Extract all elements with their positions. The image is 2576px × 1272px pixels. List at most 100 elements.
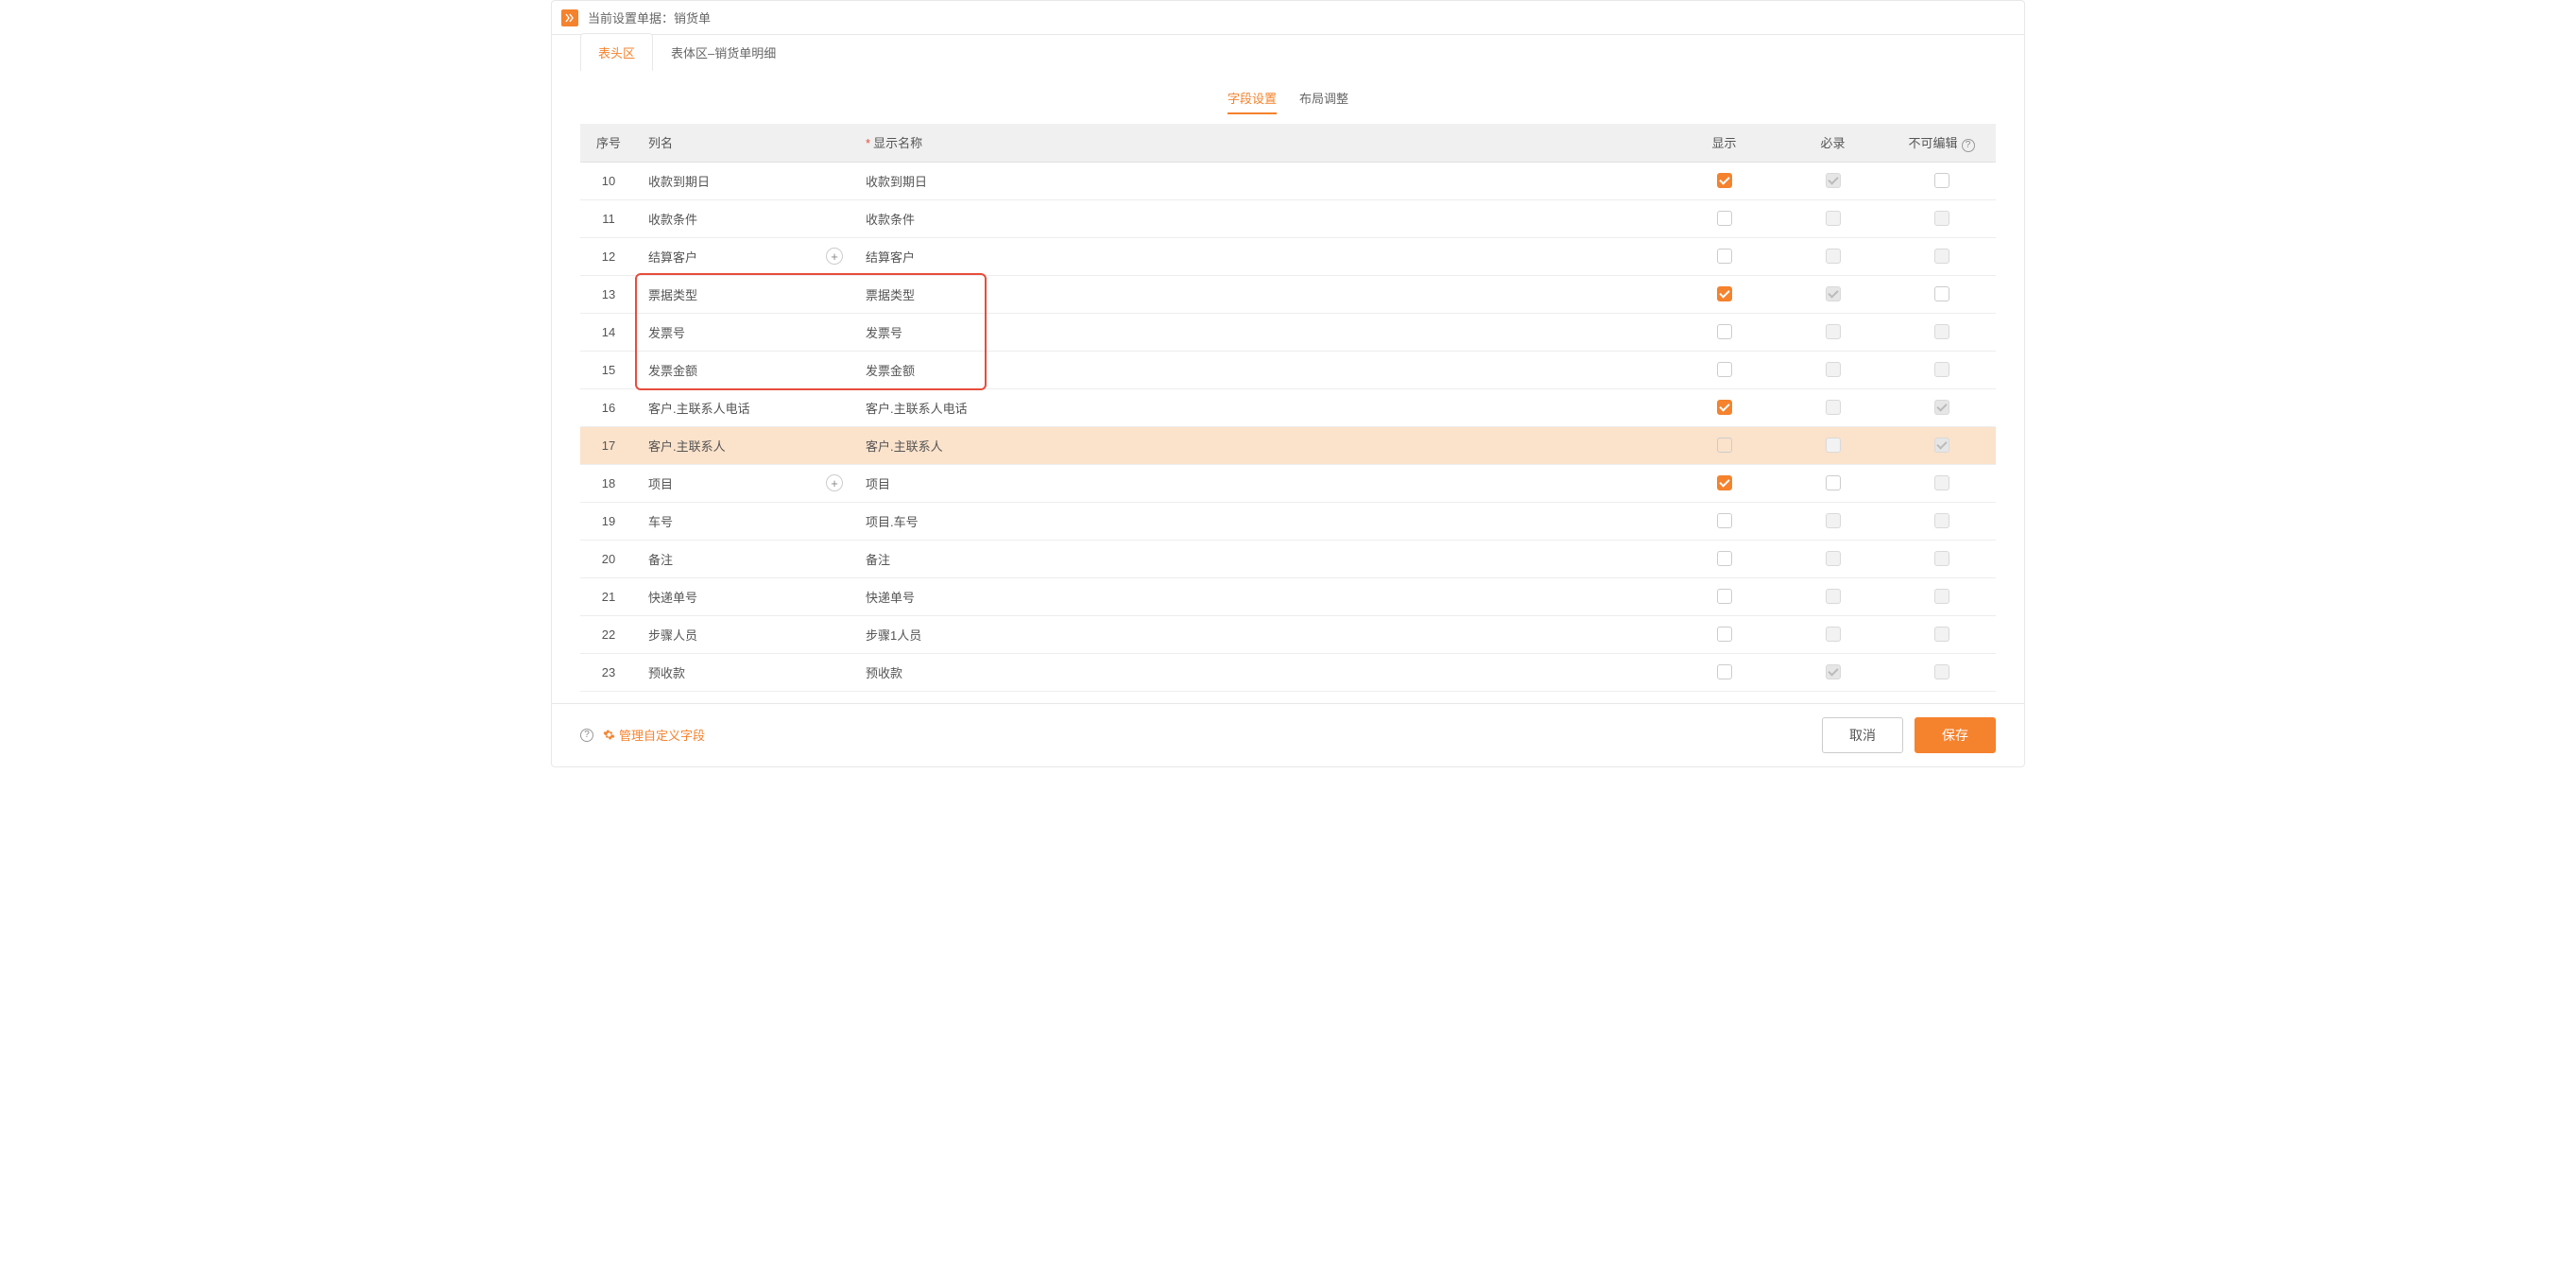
- cell-display[interactable]: 收款条件: [854, 199, 1670, 237]
- cell-required: [1778, 426, 1887, 464]
- checkbox-show[interactable]: [1717, 475, 1732, 490]
- th-noedit: 不可编辑?: [1887, 124, 1996, 162]
- cell-noedit: [1887, 351, 1996, 388]
- sub-tab-1[interactable]: 布局调整: [1299, 89, 1348, 114]
- colname-label: 票据类型: [648, 285, 697, 303]
- collapse-toggle[interactable]: [561, 9, 578, 26]
- table-row: 22步骤人员步骤1人员: [580, 615, 1996, 653]
- checkbox-show[interactable]: [1717, 551, 1732, 566]
- cell-required: [1778, 162, 1887, 199]
- colname-label: 收款条件: [648, 210, 697, 228]
- cell-noedit: [1887, 426, 1996, 464]
- cell-noedit: [1887, 388, 1996, 426]
- main-tabs: 表头区表体区–销货单明细: [552, 34, 2024, 72]
- cell-colname: 发票号: [637, 313, 854, 351]
- checkbox-required: [1826, 627, 1841, 642]
- cell-noedit: [1887, 237, 1996, 275]
- table-row: 10收款到期日收款到期日: [580, 162, 1996, 199]
- cell-display[interactable]: 项目.车号: [854, 502, 1670, 540]
- expand-button[interactable]: +: [826, 474, 843, 491]
- cell-colname: 备注: [637, 540, 854, 577]
- checkbox-show[interactable]: [1717, 249, 1732, 264]
- page-title: 当前设置单据：销货单: [588, 9, 711, 26]
- cell-show: [1670, 615, 1778, 653]
- cell-show: [1670, 388, 1778, 426]
- cell-display[interactable]: 项目: [854, 464, 1670, 502]
- th-noedit-label: 不可编辑: [1908, 136, 1957, 150]
- checkbox-noedit: [1934, 438, 1949, 453]
- cell-noedit: [1887, 577, 1996, 615]
- cell-display[interactable]: 结算客户: [854, 237, 1670, 275]
- main-tab-0[interactable]: 表头区: [580, 33, 653, 71]
- cell-display[interactable]: 客户.主联系人: [854, 426, 1670, 464]
- colname-label: 发票金额: [648, 361, 697, 379]
- manage-custom-fields-link[interactable]: 管理自定义字段: [603, 726, 705, 744]
- checkbox-noedit[interactable]: [1934, 173, 1949, 188]
- cell-display[interactable]: 发票金额: [854, 351, 1670, 388]
- checkbox-required[interactable]: [1826, 475, 1841, 490]
- cell-required: [1778, 388, 1887, 426]
- colname-label: 客户.主联系人: [648, 437, 726, 455]
- cell-seq: 17: [580, 426, 637, 464]
- checkbox-show[interactable]: [1717, 286, 1732, 301]
- cell-required: [1778, 577, 1887, 615]
- cell-show: [1670, 162, 1778, 199]
- cell-seq: 19: [580, 502, 637, 540]
- field-table: 序号 列名 *显示名称 显示 必录 不可编辑? 10收款到期日收款到期日11收款…: [580, 124, 1996, 692]
- checkbox-required: [1826, 286, 1841, 301]
- checkbox-show[interactable]: [1717, 173, 1732, 188]
- checkbox-noedit: [1934, 551, 1949, 566]
- cell-seq: 21: [580, 577, 637, 615]
- checkbox-show[interactable]: [1717, 513, 1732, 528]
- cell-display[interactable]: 快递单号: [854, 577, 1670, 615]
- cell-display[interactable]: 发票号: [854, 313, 1670, 351]
- checkbox-show[interactable]: [1717, 400, 1732, 415]
- cell-colname: 票据类型: [637, 275, 854, 313]
- checkbox-show[interactable]: [1717, 438, 1732, 453]
- checkbox-noedit: [1934, 589, 1949, 604]
- checkbox-show[interactable]: [1717, 664, 1732, 679]
- cell-display[interactable]: 预收款: [854, 653, 1670, 691]
- cancel-button[interactable]: 取消: [1822, 717, 1903, 753]
- cell-noedit: [1887, 313, 1996, 351]
- checkbox-show[interactable]: [1717, 362, 1732, 377]
- cell-required: [1778, 653, 1887, 691]
- checkbox-noedit: [1934, 211, 1949, 226]
- save-button[interactable]: 保存: [1915, 717, 1996, 753]
- help-icon[interactable]: ?: [1962, 139, 1975, 152]
- expand-button[interactable]: +: [826, 248, 843, 265]
- cell-seq: 12: [580, 237, 637, 275]
- cell-display[interactable]: 步骤1人员: [854, 615, 1670, 653]
- help-icon[interactable]: ?: [580, 729, 593, 742]
- checkbox-noedit[interactable]: [1934, 286, 1949, 301]
- cell-display[interactable]: 收款到期日: [854, 162, 1670, 199]
- gear-icon: [603, 729, 615, 741]
- table-wrap: 序号 列名 *显示名称 显示 必录 不可编辑? 10收款到期日收款到期日11收款…: [552, 124, 2024, 692]
- checkbox-required: [1826, 211, 1841, 226]
- colname-label: 备注: [648, 550, 673, 568]
- cell-show: [1670, 653, 1778, 691]
- checkbox-show[interactable]: [1717, 627, 1732, 642]
- checkbox-required: [1826, 173, 1841, 188]
- chevron-right-icon: [565, 13, 575, 23]
- sub-tab-0[interactable]: 字段设置: [1228, 89, 1277, 114]
- table-row: 13票据类型票据类型: [580, 275, 1996, 313]
- checkbox-show[interactable]: [1717, 324, 1732, 339]
- cell-display[interactable]: 票据类型: [854, 275, 1670, 313]
- colname-label: 收款到期日: [648, 172, 710, 190]
- checkbox-required: [1826, 324, 1841, 339]
- cell-show: [1670, 577, 1778, 615]
- checkbox-show[interactable]: [1717, 589, 1732, 604]
- checkbox-noedit: [1934, 400, 1949, 415]
- checkbox-required: [1826, 362, 1841, 377]
- cell-display[interactable]: 备注: [854, 540, 1670, 577]
- settings-panel: 当前设置单据：销货单 表头区表体区–销货单明细 字段设置布局调整 序号 列名 *…: [551, 0, 2025, 767]
- main-tab-1[interactable]: 表体区–销货单明细: [653, 33, 794, 71]
- cell-display[interactable]: 客户.主联系人电话: [854, 388, 1670, 426]
- table-row: 11收款条件收款条件: [580, 199, 1996, 237]
- cell-required: [1778, 540, 1887, 577]
- checkbox-show[interactable]: [1717, 211, 1732, 226]
- checkbox-required: [1826, 513, 1841, 528]
- cell-required: [1778, 237, 1887, 275]
- th-seq: 序号: [580, 124, 637, 162]
